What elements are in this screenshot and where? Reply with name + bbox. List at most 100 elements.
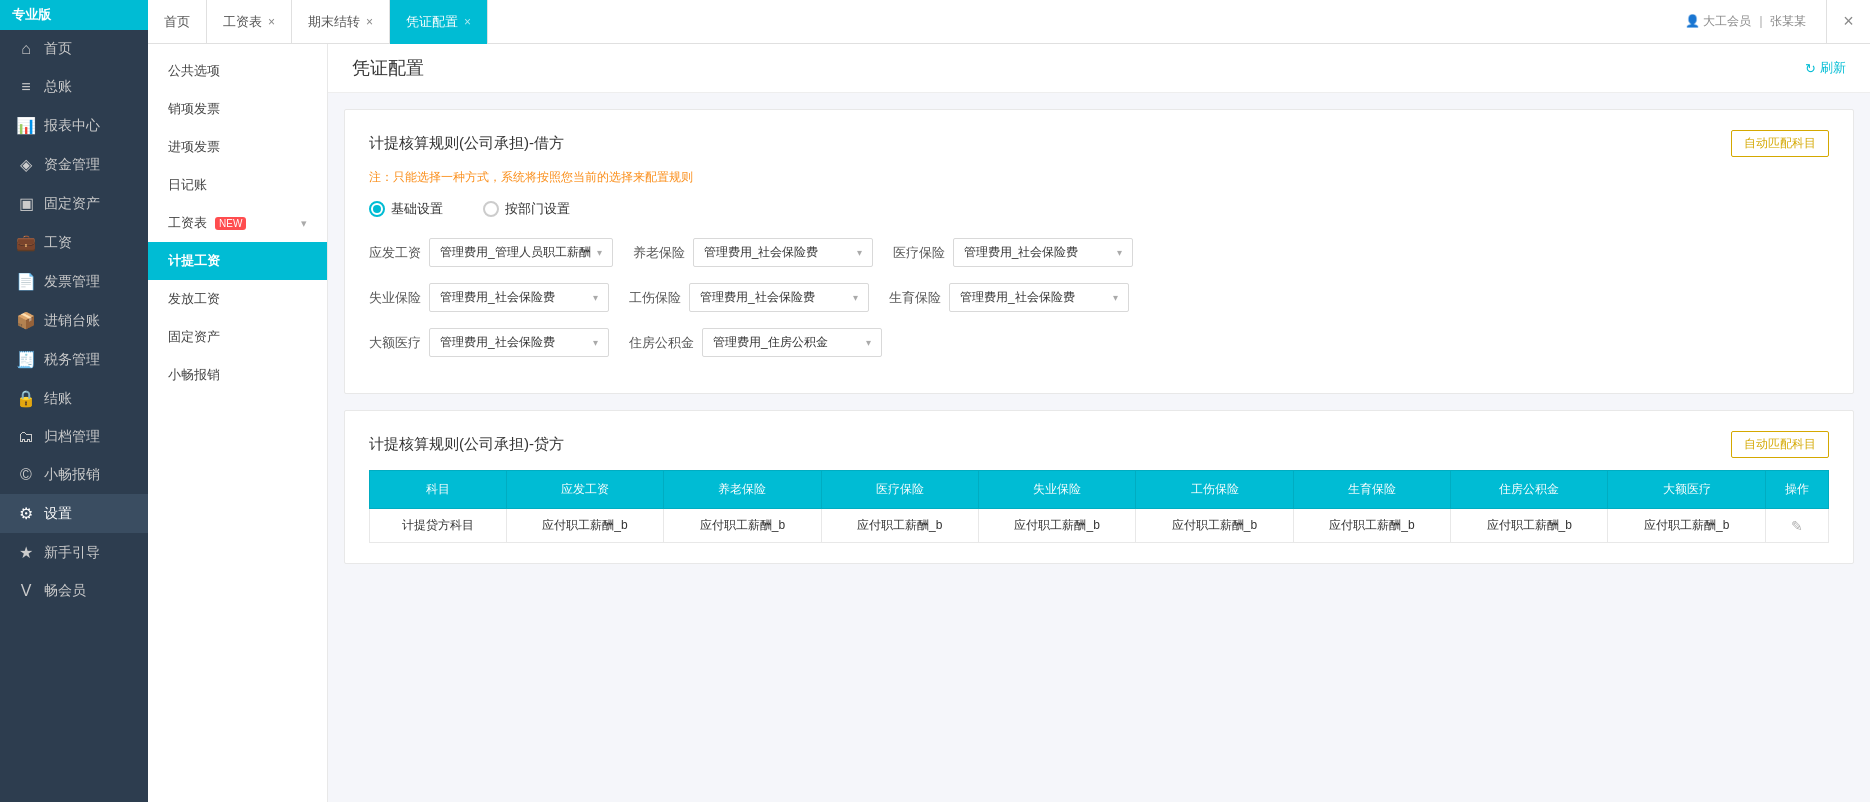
auto-match-credit-button[interactable]: 自动匹配科目 <box>1731 431 1829 458</box>
left-nav-calc-salary[interactable]: 计提工资 <box>148 242 327 280</box>
left-nav: 公共选项 销项发票 进项发票 日记账 工资表 NEW ▾ 计提工资 发放工资 <box>148 44 328 802</box>
auto-match-debit-button[interactable]: 自动匹配科目 <box>1731 130 1829 157</box>
sidebar-item-stock[interactable]: 📦 进销台账 <box>0 301 148 340</box>
select-birth-value: 管理费用_社会保险费 <box>960 289 1075 306</box>
table-header-row: 科目 应发工资 养老保险 医疗保险 失业保险 工伤保险 生育保险 住房公积金 大… <box>370 471 1829 509</box>
tab-salary-table-close[interactable]: × <box>268 15 275 29</box>
select-salary[interactable]: 管理费用_管理人员职工薪酬 ▾ <box>429 238 613 267</box>
th-housing: 住房公积金 <box>1451 471 1608 509</box>
window-close-btn[interactable]: × <box>1826 0 1870 44</box>
select-housing[interactable]: 管理费用_住房公积金 ▾ <box>702 328 882 357</box>
td-subject: 计提贷方科目 <box>370 509 507 543</box>
asset-icon: ▣ <box>16 194 36 213</box>
sidebar-item-vip[interactable]: V 畅会员 <box>0 572 148 610</box>
sidebar-item-close[interactable]: 🔒 结账 <box>0 379 148 418</box>
field-birth: 生育保险 管理费用_社会保险费 ▾ <box>889 283 1129 312</box>
sidebar-item-asset[interactable]: ▣ 固定资产 <box>0 184 148 223</box>
sidebar-item-salary[interactable]: 💼 工资 <box>0 223 148 262</box>
invoice-icon: 📄 <box>16 272 36 291</box>
field-housing: 住房公积金 管理费用_住房公积金 ▾ <box>629 328 882 357</box>
label-housing: 住房公积金 <box>629 334 694 352</box>
sidebar-item-home[interactable]: ⌂ 首页 <box>0 30 148 68</box>
left-nav-public[interactable]: 公共选项 <box>148 52 327 90</box>
section1-header: 计提核算规则(公司承担)-借方 自动匹配科目 <box>369 130 1829 157</box>
content-area: 公共选项 销项发票 进项发票 日记账 工资表 NEW ▾ 计提工资 发放工资 <box>148 44 1870 802</box>
select-pension[interactable]: 管理费用_社会保险费 ▾ <box>693 238 873 267</box>
left-nav-purchase-invoice[interactable]: 进项发票 <box>148 128 327 166</box>
label-medical: 医疗保险 <box>893 244 945 262</box>
left-nav-salary-table[interactable]: 工资表 NEW ▾ <box>148 204 327 242</box>
close-account-icon: 🔒 <box>16 389 36 408</box>
form-row-1: 应发工资 管理费用_管理人员职工薪酬 ▾ 养老保险 管理费用_社会保险费 ▾ <box>369 238 1829 267</box>
select-unemployment[interactable]: 管理费用_社会保险费 ▾ <box>429 283 609 312</box>
select-pension-arrow: ▾ <box>857 247 862 258</box>
select-birth[interactable]: 管理费用_社会保险费 ▾ <box>949 283 1129 312</box>
sidebar-item-tax[interactable]: 🧾 税务管理 <box>0 340 148 379</box>
select-injury-arrow: ▾ <box>853 292 858 303</box>
edit-icon[interactable]: ✎ <box>1791 518 1803 534</box>
td-action[interactable]: ✎ <box>1765 509 1828 543</box>
tab-voucher-config[interactable]: 凭证配置 × <box>390 0 488 44</box>
sidebar-item-report[interactable]: 📊 报表中心 <box>0 106 148 145</box>
sidebar-label-vip: 畅会员 <box>44 582 86 600</box>
radio-basic-indicator <box>369 201 385 217</box>
th-injury: 工伤保险 <box>1136 471 1293 509</box>
tab-salary-table-label: 工资表 <box>223 13 262 31</box>
sidebar-label-tax: 税务管理 <box>44 351 100 369</box>
select-housing-arrow: ▾ <box>866 337 871 348</box>
label-extra-medical: 大额医疗 <box>369 334 421 352</box>
refresh-label: 刷新 <box>1820 59 1846 77</box>
select-birth-arrow: ▾ <box>1113 292 1118 303</box>
left-nav-sales-invoice[interactable]: 销项发票 <box>148 90 327 128</box>
field-unemployment: 失业保险 管理费用_社会保险费 ▾ <box>369 283 609 312</box>
select-pension-value: 管理费用_社会保险费 <box>704 244 819 261</box>
settings-icon: ⚙ <box>16 504 36 523</box>
select-injury[interactable]: 管理费用_社会保险费 ▾ <box>689 283 869 312</box>
sidebar-label-report: 报表中心 <box>44 117 100 135</box>
tab-period-end[interactable]: 期末结转 × <box>292 0 390 44</box>
radio-dept-label: 按部门设置 <box>505 200 570 218</box>
tab-home[interactable]: 首页 <box>148 0 207 44</box>
tab-salary-table[interactable]: 工资表 × <box>207 0 292 44</box>
label-birth: 生育保险 <box>889 289 941 307</box>
field-medical: 医疗保险 管理费用_社会保险费 ▾ <box>893 238 1133 267</box>
radio-dept-indicator <box>483 201 499 217</box>
tab-period-end-close[interactable]: × <box>366 15 373 29</box>
table-row: 计提贷方科目 应付职工薪酬_b 应付职工薪酬_b 应付职工薪酬_b 应付职工薪酬… <box>370 509 1829 543</box>
th-unemployment: 失业保险 <box>978 471 1135 509</box>
select-medical-value: 管理费用_社会保险费 <box>964 244 1079 261</box>
select-extra-medical[interactable]: 管理费用_社会保险费 ▾ <box>429 328 609 357</box>
sidebar-label-settings: 设置 <box>44 505 72 523</box>
radio-basic[interactable]: 基础设置 <box>369 200 443 218</box>
sidebar-item-archive[interactable]: 🗂 归档管理 <box>0 418 148 456</box>
tab-voucher-config-close[interactable]: × <box>464 15 471 29</box>
select-unemployment-value: 管理费用_社会保险费 <box>440 289 555 306</box>
salary-icon: 💼 <box>16 233 36 252</box>
left-nav-fixed-asset[interactable]: 固定资产 <box>148 318 327 356</box>
archive-icon: 🗂 <box>16 428 36 446</box>
td-pension: 应付职工薪酬_b <box>664 509 821 543</box>
refresh-button[interactable]: ↻ 刷新 <box>1805 59 1846 77</box>
sidebar-item-settings[interactable]: ⚙ 设置 <box>0 494 148 533</box>
radio-department[interactable]: 按部门设置 <box>483 200 570 218</box>
sidebar-item-invoice[interactable]: 📄 发票管理 <box>0 262 148 301</box>
fund-icon: ◈ <box>16 155 36 174</box>
left-nav-xiaochang[interactable]: 小畅报销 <box>148 356 327 394</box>
left-nav-journal[interactable]: 日记账 <box>148 166 327 204</box>
th-salary: 应发工资 <box>506 471 663 509</box>
sidebar-item-guide[interactable]: ★ 新手引导 <box>0 533 148 572</box>
stock-icon: 📦 <box>16 311 36 330</box>
th-pension: 养老保险 <box>664 471 821 509</box>
sidebar-item-ledger[interactable]: ≡ 总账 <box>0 68 148 106</box>
left-nav-pay-salary[interactable]: 发放工资 <box>148 280 327 318</box>
sidebar-item-xiaochang-report[interactable]: © 小畅报销 <box>0 456 148 494</box>
td-medical: 应付职工薪酬_b <box>821 509 978 543</box>
refresh-icon: ↻ <box>1805 61 1816 76</box>
select-medical[interactable]: 管理费用_社会保险费 ▾ <box>953 238 1133 267</box>
select-salary-value: 管理费用_管理人员职工薪酬 <box>440 244 591 261</box>
td-birth: 应付职工薪酬_b <box>1293 509 1450 543</box>
sidebar-item-fund[interactable]: ◈ 资金管理 <box>0 145 148 184</box>
section1-title: 计提核算规则(公司承担)-借方 <box>369 134 564 153</box>
radio-group-debit: 基础设置 按部门设置 <box>369 200 1829 218</box>
expand-icon: ▾ <box>301 217 307 230</box>
